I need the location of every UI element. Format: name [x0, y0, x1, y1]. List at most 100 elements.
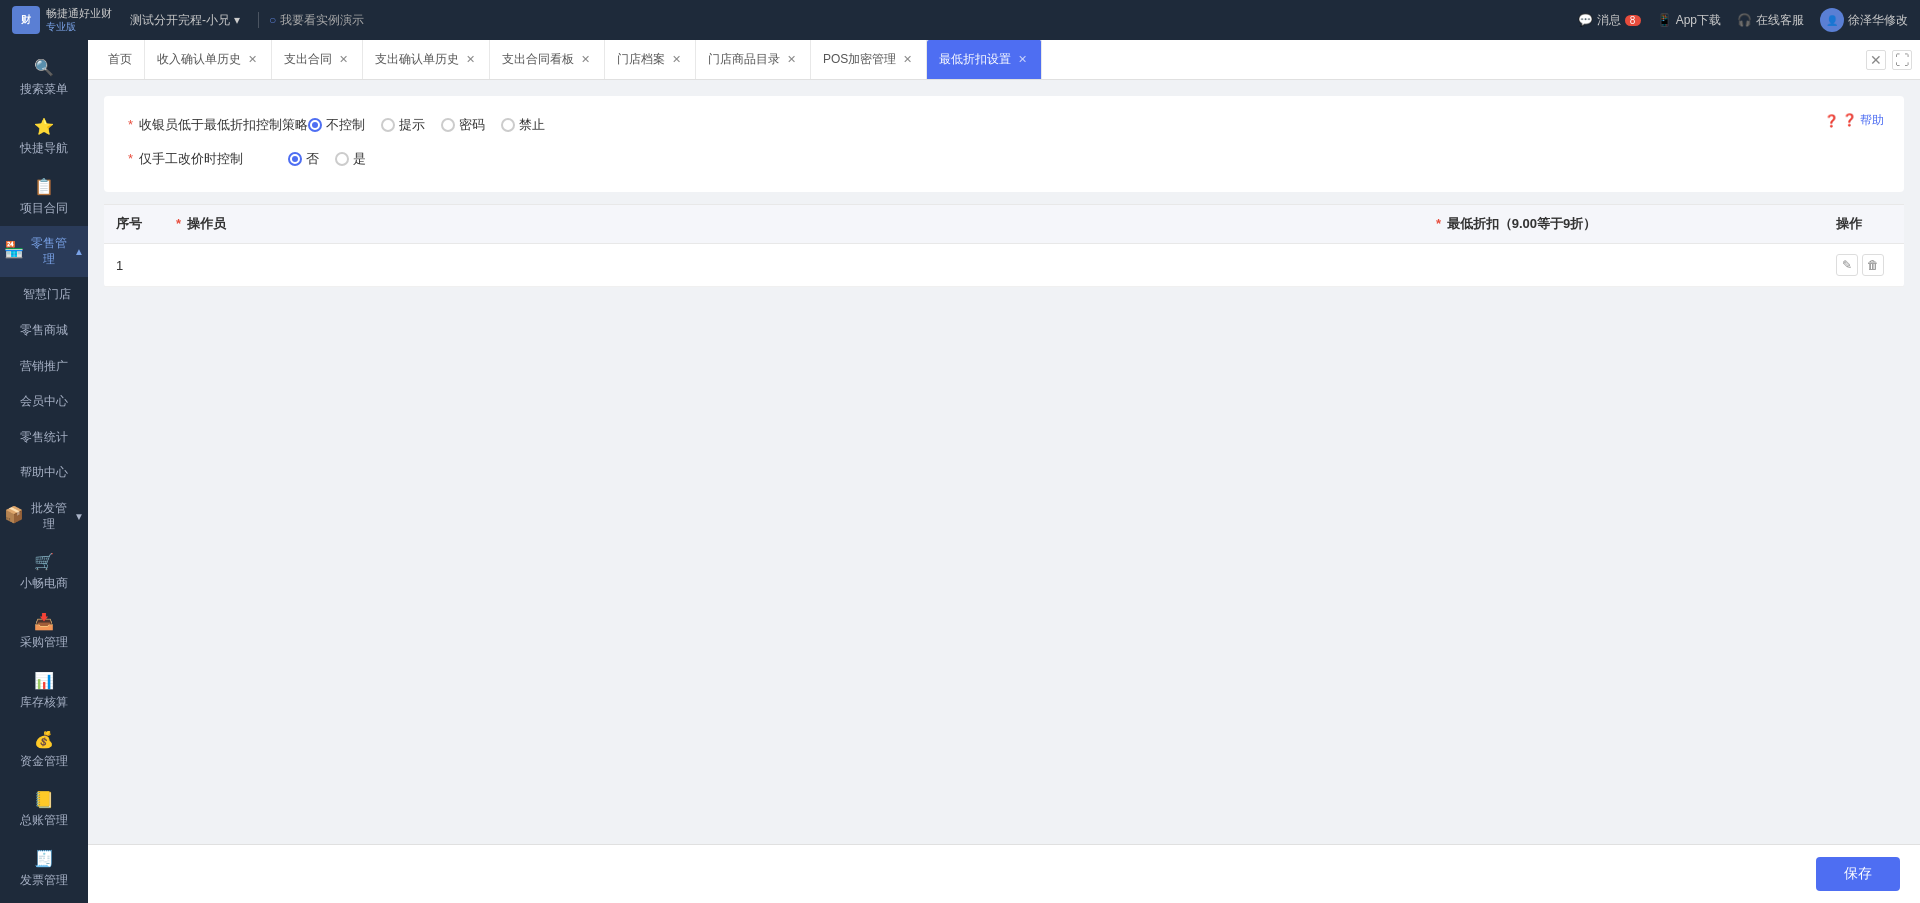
sidebar-item-ecommerce[interactable]: 🛒 小畅电商 [0, 542, 88, 601]
tab-close-pos-encrypt[interactable]: ✕ [900, 53, 914, 67]
tab-close-store-products[interactable]: ✕ [784, 53, 798, 67]
radio-no[interactable]: 否 [288, 150, 319, 168]
tab-store-archive[interactable]: 门店档案 ✕ [605, 40, 696, 80]
tab-close-store-archive[interactable]: ✕ [669, 53, 683, 67]
sidebar-item-marketing[interactable]: 营销推广 [0, 349, 88, 385]
ledger-icon: 📒 [34, 790, 54, 811]
sidebar-item-wholesale[interactable]: 📦 批发管理 ▼ [0, 491, 88, 542]
radio-password[interactable]: 密码 [441, 116, 485, 134]
star-icon: ⭐ [34, 117, 54, 138]
app-download-button[interactable]: 📱 App下载 [1657, 12, 1721, 29]
user-profile-button[interactable]: 👤 徐泽华修改 [1820, 8, 1908, 32]
table-header-row: 序号 * 操作员 * 最低折扣（9.00等于9折） 操作 [104, 205, 1904, 244]
tab-close-payment-board[interactable]: ✕ [578, 53, 592, 67]
tab-bar: 首页 收入确认单历史 ✕ 支出合同 ✕ 支出确认单历史 ✕ 支出合同看板 ✕ 门… [88, 40, 1920, 80]
project-selector[interactable]: 测试分开完程-小兄 ▾ [122, 8, 248, 33]
customer-service-button[interactable]: 🎧 在线客服 [1737, 12, 1804, 29]
field1-label: * 收银员低于最低折扣控制策略 [128, 116, 308, 134]
sidebar-item-retail-mgmt[interactable]: 🏪 零售管理 ▲ [0, 226, 88, 277]
tab-store-products[interactable]: 门店商品目录 ✕ [696, 40, 811, 80]
tab-fullscreen-button[interactable]: ⛶ [1892, 50, 1912, 70]
tab-close-min-discount[interactable]: ✕ [1015, 53, 1029, 67]
table-card: 序号 * 操作员 * 最低折扣（9.00等于9折） 操作 [104, 204, 1904, 287]
ecommerce-icon: 🛒 [34, 552, 54, 573]
divider [258, 12, 259, 28]
cell-operator [164, 244, 1424, 287]
sidebar-item-finance[interactable]: 💰 资金管理 [0, 720, 88, 779]
inventory-icon: 📊 [34, 671, 54, 692]
col-header-seq: 序号 [104, 205, 164, 244]
col-header-discount: * 最低折扣（9.00等于9折） [1424, 205, 1824, 244]
radio-circle-forbid [501, 118, 515, 132]
radio-circle-yes [335, 152, 349, 166]
page-footer: 保存 [88, 844, 1920, 903]
col-required-mark: * [176, 216, 181, 231]
tab-close-income-confirm[interactable]: ✕ [245, 53, 259, 67]
sidebar-item-purchase[interactable]: 📥 采购管理 [0, 602, 88, 661]
edit-button[interactable]: ✎ [1836, 254, 1858, 276]
radio-hint[interactable]: 提示 [381, 116, 425, 134]
form-row-field2: * 仅手工改价时控制 否 是 [128, 150, 1880, 168]
form-row-field1: * 收银员低于最低折扣控制策略 不控制 提示 [128, 116, 1880, 134]
action-buttons: ✎ 🗑 [1836, 254, 1892, 276]
headset-icon: 🎧 [1737, 13, 1752, 27]
message-icon: 💬 [1578, 13, 1593, 27]
sidebar-item-search[interactable]: 🔍 搜索菜单 [0, 48, 88, 107]
radio-yes[interactable]: 是 [335, 150, 366, 168]
help-link[interactable]: ❓ ❓ 帮助 [1824, 112, 1884, 129]
save-button[interactable]: 保存 [1816, 857, 1900, 891]
tab-close-payment-confirm[interactable]: ✕ [463, 53, 477, 67]
table-row: 1 ✎ 🗑 [104, 244, 1904, 287]
logo-area: 财 畅捷通好业财 专业版 [12, 6, 112, 34]
logo-icon: 财 [12, 6, 40, 34]
cell-min-discount [1424, 244, 1824, 287]
field1-required-mark: * [128, 117, 133, 132]
sidebar-item-smart-store[interactable]: 智慧门店 [0, 277, 88, 313]
sidebar-item-invoice[interactable]: 🧾 发票管理 [0, 839, 88, 898]
radio-forbid[interactable]: 禁止 [501, 116, 545, 134]
field2-required-mark: * [128, 151, 133, 166]
sidebar-item-member[interactable]: 会员中心 [0, 384, 88, 420]
tab-payment-confirm[interactable]: 支出确认单历史 ✕ [363, 40, 490, 80]
sidebar-item-retail-stats[interactable]: 零售统计 [0, 420, 88, 456]
radio-circle-no-control [308, 118, 322, 132]
download-icon: 📱 [1657, 13, 1672, 27]
col-header-operator: * 操作员 [164, 205, 1424, 244]
cell-seq: 1 [104, 244, 164, 287]
tab-min-discount[interactable]: 最低折扣设置 ✕ [927, 40, 1042, 80]
chevron-down-icon: ▼ [74, 510, 84, 523]
tab-payment-contract[interactable]: 支出合同 ✕ [272, 40, 363, 80]
tab-home[interactable]: 首页 [96, 40, 145, 80]
messages-button[interactable]: 💬 消息 8 [1578, 12, 1641, 29]
radio-no-control[interactable]: 不控制 [308, 116, 365, 134]
radio-circle-hint [381, 118, 395, 132]
chevron-up-icon: ▲ [74, 245, 84, 258]
wholesale-icon: 📦 [4, 505, 24, 526]
delete-button[interactable]: 🗑 [1862, 254, 1884, 276]
tab-income-confirm[interactable]: 收入确认单历史 ✕ [145, 40, 272, 80]
tab-payment-board[interactable]: 支出合同看板 ✕ [490, 40, 605, 80]
sidebar-item-project[interactable]: 📋 项目合同 [0, 167, 88, 226]
main-layout: 🔍 搜索菜单 ⭐ 快捷导航 📋 项目合同 🏪 零售管理 ▲ 智慧门店 零售商城 … [0, 40, 1920, 903]
demo-link[interactable]: ○ 我要看实例演示 [269, 12, 364, 29]
search-icon: 🔍 [34, 58, 54, 79]
tab-close-payment-contract[interactable]: ✕ [336, 53, 350, 67]
sidebar-item-inventory[interactable]: 📊 库存核算 [0, 661, 88, 720]
tab-pos-encrypt[interactable]: POS加密管理 ✕ [811, 40, 927, 80]
sidebar-item-tax[interactable]: 📑 税务管理 [0, 898, 88, 903]
sidebar-item-ledger[interactable]: 📒 总账管理 [0, 780, 88, 839]
tab-close-all-button[interactable]: ✕ [1866, 50, 1886, 70]
tab-bar-controls: ✕ ⛶ [1858, 50, 1912, 70]
cell-action: ✎ 🗑 [1824, 244, 1904, 287]
page-content: ❓ ❓ 帮助 * 收银员低于最低折扣控制策略 不控制 [88, 80, 1920, 844]
sidebar-item-help[interactable]: 帮助中心 [0, 455, 88, 491]
messages-badge: 8 [1625, 15, 1641, 26]
top-bar: 财 畅捷通好业财 专业版 测试分开完程-小兄 ▾ ○ 我要看实例演示 💬 消息 … [0, 0, 1920, 40]
sidebar-item-quick-nav[interactable]: ⭐ 快捷导航 [0, 107, 88, 166]
chevron-down-icon: ▾ [234, 13, 240, 27]
content-area: 首页 收入确认单历史 ✕ 支出合同 ✕ 支出确认单历史 ✕ 支出合同看板 ✕ 门… [88, 40, 1920, 903]
contract-icon: 📋 [34, 177, 54, 198]
sidebar-item-retail-mall[interactable]: 零售商城 [0, 313, 88, 349]
purchase-icon: 📥 [34, 612, 54, 633]
finance-icon: 💰 [34, 730, 54, 751]
